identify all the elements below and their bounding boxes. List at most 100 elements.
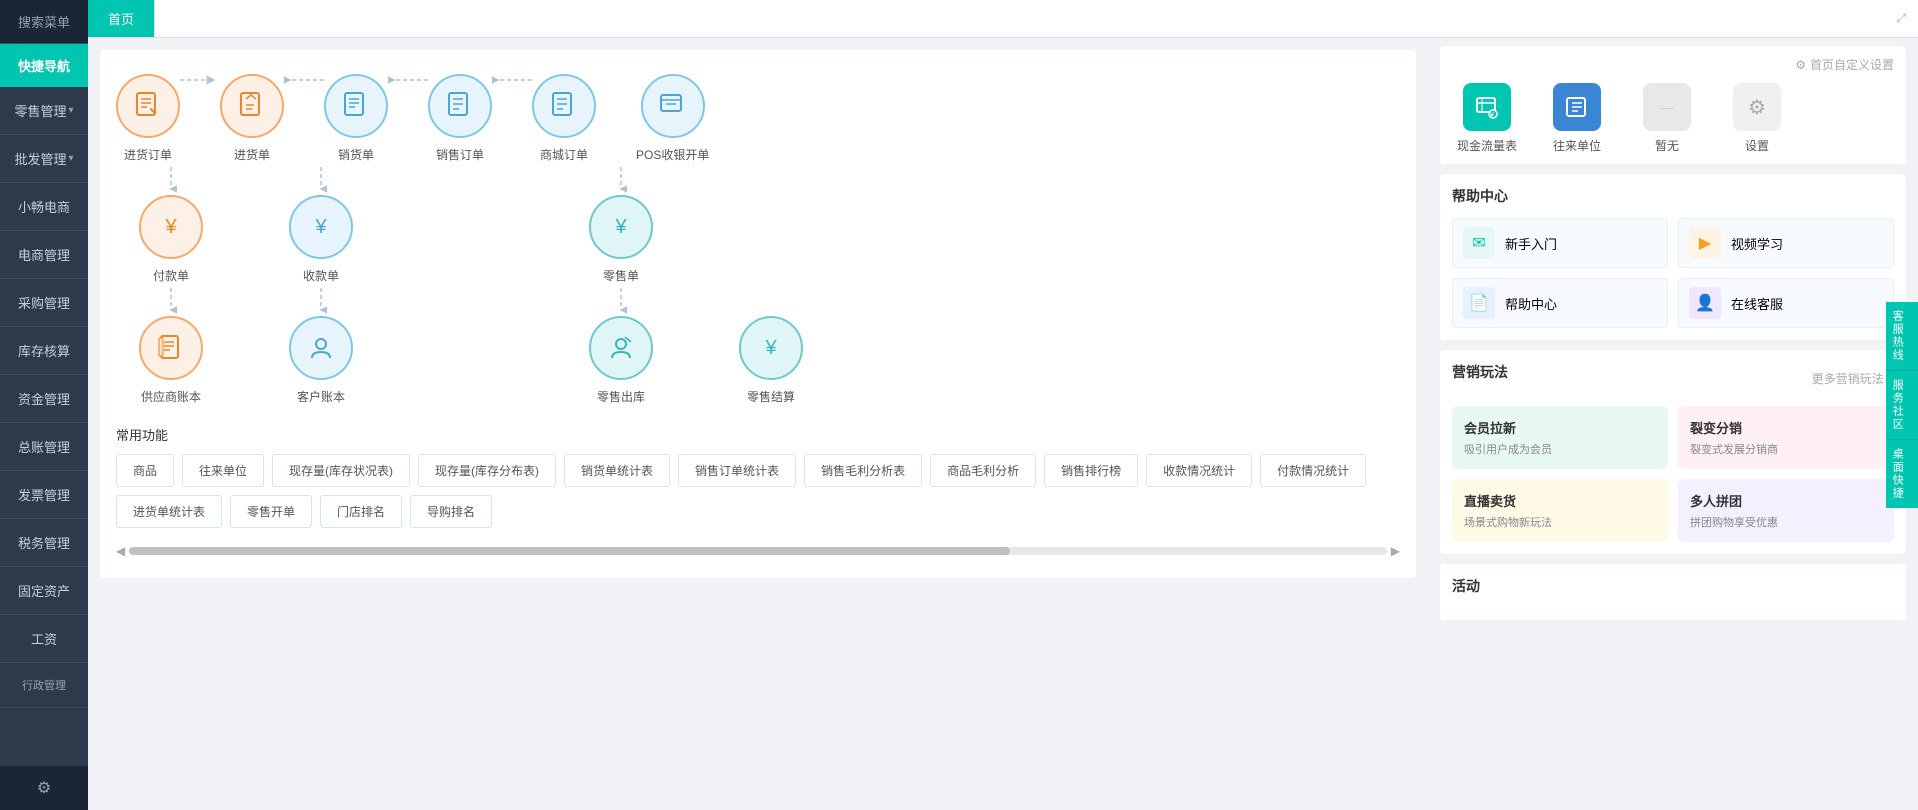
float-btn-desktop[interactable]: 桌面快捷 <box>1886 440 1918 508</box>
receipt-icon[interactable]: ¥ <box>289 195 353 259</box>
sidebar-item-wholesale[interactable]: 批发管理 ▾ <box>0 135 88 183</box>
func-btn-2[interactable]: 现存量(库存状况表) <box>272 454 410 487</box>
func-btn-13[interactable]: 门店排名 <box>320 495 402 528</box>
purchase-icon[interactable] <box>220 74 284 138</box>
tab-home[interactable]: 首页 <box>88 0 155 37</box>
retail-settle-icon[interactable]: ¥ <box>739 316 803 380</box>
left-panel: 进货订单 进货单 <box>88 38 1428 810</box>
quick-icon-settings-label: 设置 <box>1745 137 1769 154</box>
sales-label: 销货单 <box>338 146 374 163</box>
func-btn-11[interactable]: 进货单统计表 <box>116 495 222 528</box>
scroll-left-btn[interactable]: ◀ <box>116 544 125 558</box>
node-retail-order-col: ¥ 零售单 <box>566 167 676 284</box>
float-btn-service[interactable]: 客服热线 <box>1886 302 1918 371</box>
sales-icon[interactable] <box>324 74 388 138</box>
marketing-fission-title: 裂变分销 <box>1690 418 1882 437</box>
quick-icon-settings[interactable]: ⚙ 设置 <box>1722 83 1792 154</box>
marketing-section: 营销玩法 更多营销玩法 > 会员拉新 吸引用户成为会员 裂变分销 裂变式发展分销… <box>1440 350 1906 554</box>
empty-icon: — <box>1643 83 1691 131</box>
flow-section: 进货订单 进货单 <box>100 50 1416 578</box>
float-btn-community[interactable]: 服务社区 <box>1886 371 1918 440</box>
customer-book-icon[interactable] <box>289 316 353 380</box>
sidebar-search[interactable]: 搜索菜单 <box>0 0 88 44</box>
down-arrow-3 <box>615 167 627 195</box>
float-buttons: 客服热线 服务社区 桌面快捷 <box>1886 302 1918 508</box>
beginner-icon: ✉ <box>1463 227 1495 259</box>
settings-icon: ⚙ <box>1733 83 1781 131</box>
supplier-book-icon[interactable] <box>139 316 203 380</box>
func-btn-5[interactable]: 销售订单统计表 <box>678 454 796 487</box>
marketing-more-link[interactable]: 更多营销玩法 > <box>1812 370 1894 387</box>
func-btn-0[interactable]: 商品 <box>116 454 174 487</box>
pos-icon[interactable] <box>641 74 705 138</box>
sidebar-item-tax[interactable]: 税务管理 <box>0 519 88 567</box>
help-item-help[interactable]: 📄 帮助中心 <box>1452 278 1668 328</box>
retail-out-icon[interactable] <box>589 316 653 380</box>
func-btn-8[interactable]: 销售排行榜 <box>1044 454 1138 487</box>
marketing-item-group[interactable]: 多人拼团 拼团购物享受优惠 <box>1678 479 1894 542</box>
retail-order-icon[interactable]: ¥ <box>589 195 653 259</box>
purchase-order-icon[interactable] <box>116 74 180 138</box>
func-btn-7[interactable]: 商品毛利分析 <box>930 454 1036 487</box>
quick-icon-contacts-label: 往来单位 <box>1553 137 1601 154</box>
sidebar-item-ledger[interactable]: 总账管理 <box>0 423 88 471</box>
scroll-track[interactable] <box>129 547 1387 555</box>
payment-icon[interactable]: ¥ <box>139 195 203 259</box>
video-icon: ▶ <box>1689 227 1721 259</box>
contacts-icon <box>1553 83 1601 131</box>
help-item-beginner[interactable]: ✉ 新手入门 <box>1452 218 1668 268</box>
sales-order-icon[interactable] <box>428 74 492 138</box>
func-btn-6[interactable]: 销售毛利分析表 <box>804 454 922 487</box>
right-panel: ⚙ 首页自定义设置 ¥ 现金流量表 往来单位 <box>1428 38 1918 810</box>
marketing-live-desc: 场景式购物新玩法 <box>1464 514 1656 530</box>
down-arrow-4 <box>165 288 177 316</box>
sidebar-settings-btn[interactable]: ⚙ <box>0 766 88 810</box>
quick-icon-empty-label: 暂无 <box>1655 137 1679 154</box>
arrow-4 <box>492 74 532 114</box>
help-item-service[interactable]: 👤 在线客服 <box>1678 278 1894 328</box>
sidebar-item-admin[interactable]: 行政管理 <box>0 663 88 708</box>
func-btn-10[interactable]: 付款情况统计 <box>1260 454 1366 487</box>
arrow-3 <box>388 74 428 114</box>
func-btn-3[interactable]: 现存量(库存分布表) <box>418 454 556 487</box>
sidebar-item-inventory[interactable]: 库存核算 <box>0 327 88 375</box>
sidebar-item-assets[interactable]: 固定资产 <box>0 567 88 615</box>
quick-icon-contacts[interactable]: 往来单位 <box>1542 83 1612 154</box>
scroll-thumb[interactable] <box>129 547 1009 555</box>
down-arrow-1 <box>165 167 177 195</box>
mall-order-icon[interactable] <box>532 74 596 138</box>
purchase-label: 进货单 <box>234 146 270 163</box>
sidebar-item-finance[interactable]: 资金管理 <box>0 375 88 423</box>
help-item-video[interactable]: ▶ 视频学习 <box>1678 218 1894 268</box>
node-customer-book-col: 客户账本 <box>266 288 376 405</box>
func-btn-1[interactable]: 往来单位 <box>182 454 264 487</box>
pos-label: POS收银开单 <box>636 146 709 163</box>
sidebar-nav[interactable]: 快捷导航 <box>0 44 88 87</box>
payment-label: 付款单 <box>153 267 189 284</box>
node-sales-order: 销售订单 <box>428 74 492 163</box>
sidebar-item-purchase[interactable]: 采购管理 <box>0 279 88 327</box>
down-arrow-5 <box>315 288 327 316</box>
func-btn-9[interactable]: 收款情况统计 <box>1146 454 1252 487</box>
sidebar-item-retail[interactable]: 零售管理 ▾ <box>0 87 88 135</box>
down-arrow-2 <box>315 167 327 195</box>
sales-order-label: 销售订单 <box>436 146 484 163</box>
scroll-right-btn[interactable]: ▶ <box>1391 544 1400 558</box>
quick-icon-empty[interactable]: — 暂无 <box>1632 83 1702 154</box>
func-btn-12[interactable]: 零售开单 <box>230 495 312 528</box>
sidebar-item-ecommerce-small[interactable]: 小畅电商 <box>0 183 88 231</box>
sidebar-item-salary[interactable]: 工资 <box>0 615 88 663</box>
marketing-item-live[interactable]: 直播卖货 场景式购物新玩法 <box>1452 479 1668 542</box>
func-btn-4[interactable]: 销货单统计表 <box>564 454 670 487</box>
marketing-item-member[interactable]: 会员拉新 吸引用户成为会员 <box>1452 406 1668 469</box>
marketing-item-fission[interactable]: 裂变分销 裂变式发展分销商 <box>1678 406 1894 469</box>
quick-access-settings-label[interactable]: 首页自定义设置 <box>1810 56 1894 73</box>
quick-icon-cashflow[interactable]: ¥ 现金流量表 <box>1452 83 1522 154</box>
node-supplier-book-col: 供应商账本 <box>116 288 226 405</box>
sidebar-item-ecommerce-mgmt[interactable]: 电商管理 <box>0 231 88 279</box>
expand-button[interactable]: ⤢ <box>1884 11 1918 26</box>
retail-order-label: 零售单 <box>603 267 639 284</box>
func-btn-14[interactable]: 导购排名 <box>410 495 492 528</box>
sidebar-item-invoice[interactable]: 发票管理 <box>0 471 88 519</box>
node-retail-settle-col: ¥ 零售结算 <box>716 288 826 405</box>
